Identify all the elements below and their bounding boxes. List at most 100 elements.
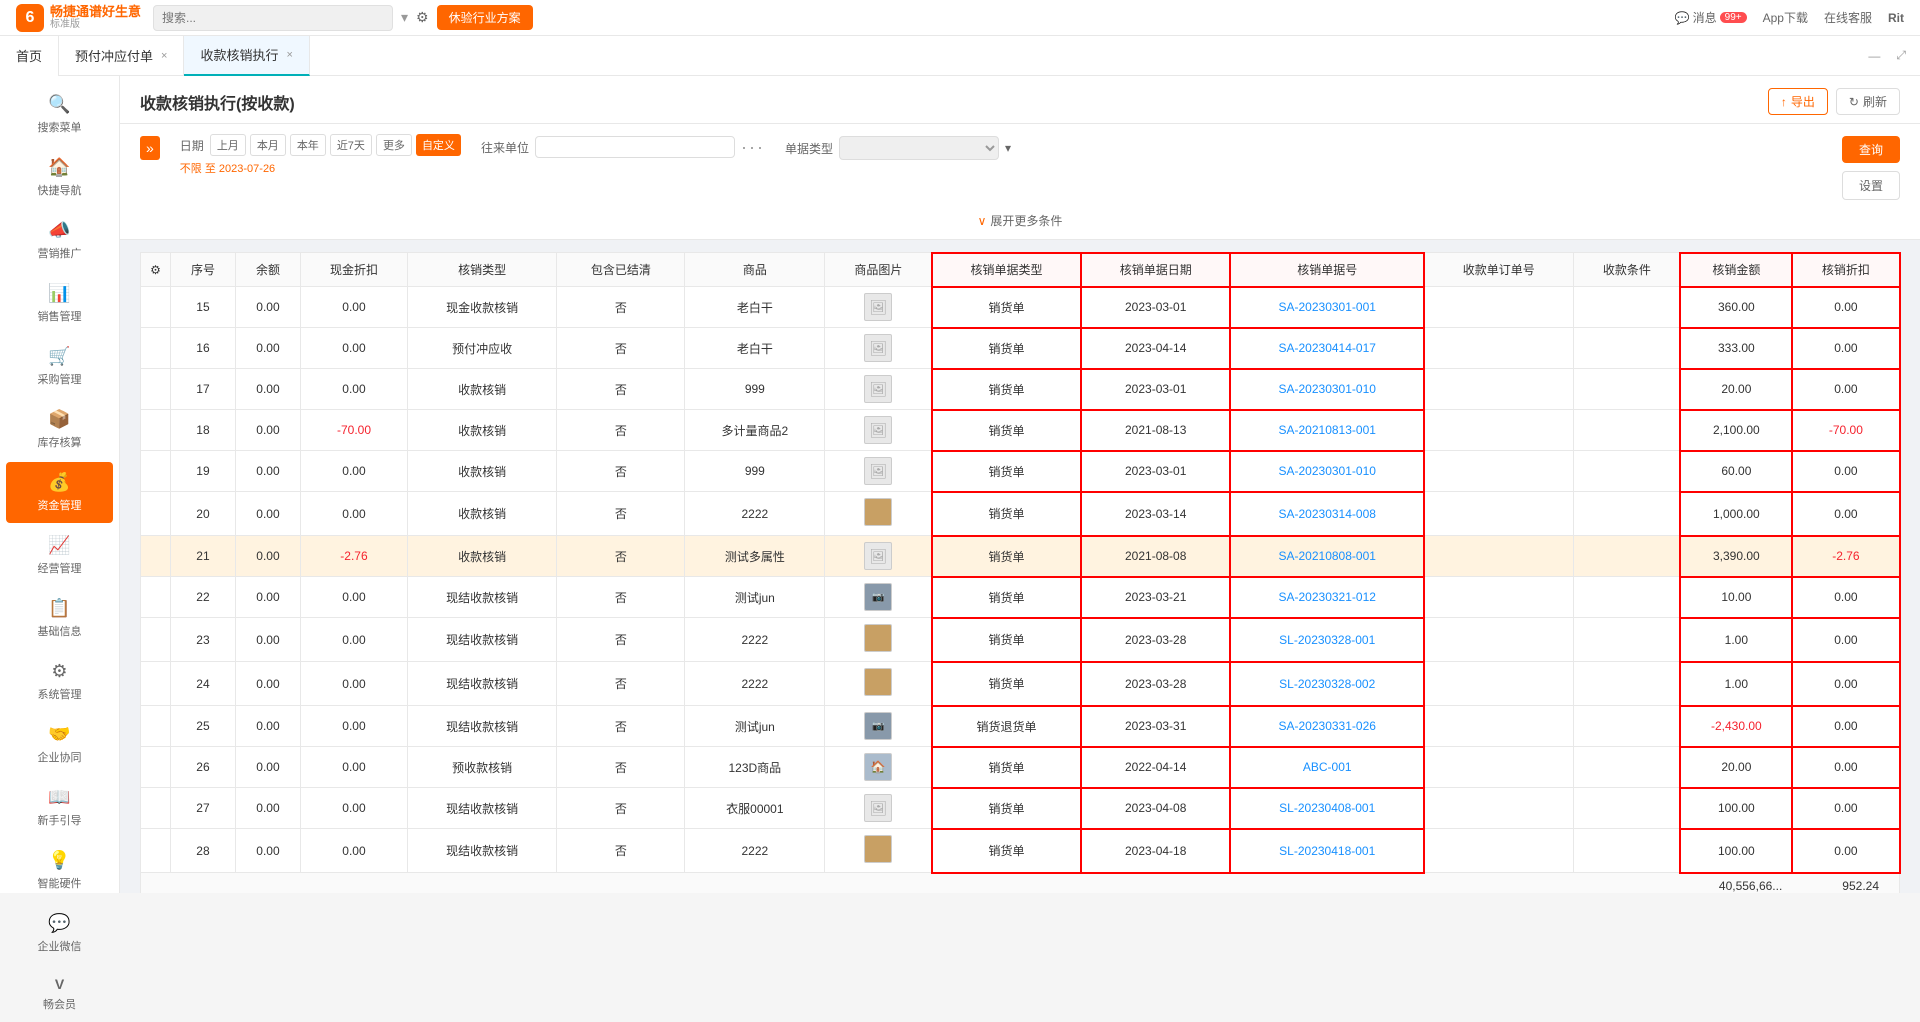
sidebar-item-inventory[interactable]: 📦 库存核算 (6, 399, 113, 460)
cell-receipt-order-no (1424, 536, 1573, 577)
cell-cancel-type: 现结收款核销 (408, 662, 557, 706)
doc-no-link[interactable]: SA-20230414-017 (1279, 341, 1376, 355)
cell-cancel-doc-no: SA-20230301-010 (1230, 451, 1424, 492)
sidebar-item-purchase[interactable]: 🛒 采购管理 (6, 336, 113, 397)
export-button[interactable]: ↑ 导出 (1768, 88, 1828, 115)
cell-cash-discount: 0.00 (300, 618, 407, 662)
doc-no-link[interactable]: SA-20230301-001 (1279, 300, 1376, 314)
column-settings-icon[interactable]: ⚙ (150, 263, 161, 277)
sidebar-item-wechat[interactable]: 💬 企业微信 (6, 903, 113, 964)
doc-no-link[interactable]: SA-20210813-001 (1279, 423, 1376, 437)
cell-cancel-doc-date: 2022-04-14 (1081, 747, 1230, 788)
sidebar-item-shortcut[interactable]: 🏠 快捷导航 (6, 147, 113, 208)
settings-icon[interactable]: ⚙ (416, 9, 429, 26)
sidebar-item-finance[interactable]: 💰 资金管理 (6, 462, 113, 523)
doc-no-link[interactable]: SL-20230328-001 (1279, 633, 1375, 647)
doc-no-link[interactable]: SA-20230331-026 (1279, 719, 1376, 733)
cell-cancel-doc-date: 2023-03-01 (1081, 287, 1230, 328)
cell-seq: 23 (171, 618, 236, 662)
cell-cancel-doc-type: 销货单 (932, 662, 1081, 706)
expand-more-btn[interactable]: ∨ 展开更多条件 (978, 212, 1063, 229)
sidebar-item-enterprise[interactable]: 🤝 企业协同 (6, 714, 113, 775)
window-minimize-icon[interactable]: — (1862, 47, 1886, 65)
cell-include-settled: 否 (557, 618, 685, 662)
cell-seq: 22 (171, 577, 236, 618)
cell-cash-discount: -70.00 (300, 410, 407, 451)
date-btn-this-year[interactable]: 本年 (290, 134, 326, 156)
date-btn-more[interactable]: 更多 (376, 134, 412, 156)
cell-include-settled: 否 (557, 706, 685, 747)
app-download-link[interactable]: App下载 (1763, 9, 1808, 26)
message-area[interactable]: 💬 消息 99+ (1675, 9, 1747, 26)
col-header-product-img: 商品图片 (825, 253, 932, 287)
cell-product-img (825, 618, 932, 662)
tab-prepay[interactable]: 预付冲应付单 × (59, 36, 184, 76)
doc-no-link[interactable]: SL-20230418-001 (1279, 844, 1375, 858)
cell-cancel-amount: 1,000.00 (1680, 492, 1792, 536)
sidebar-item-basic-info[interactable]: 📋 基础信息 (6, 588, 113, 649)
cell-cancel-doc-type: 销货单 (932, 369, 1081, 410)
sidebar-item-guide[interactable]: 📖 新手引导 (6, 777, 113, 838)
doc-no-link[interactable]: SA-20230321-012 (1279, 590, 1376, 604)
doc-no-link[interactable]: SA-20230301-010 (1279, 464, 1376, 478)
tab-prepay-label: 预付冲应付单 (75, 46, 153, 65)
sidebar-item-system[interactable]: ⚙ 系统管理 (6, 651, 113, 712)
dropdown-arrow-icon[interactable]: ▾ (401, 9, 408, 26)
cell-cancel-discount: 0.00 (1792, 662, 1899, 706)
doc-no-link[interactable]: SA-20230314-008 (1279, 507, 1376, 521)
cell-product: 多计量商品2 (685, 410, 825, 451)
cell-cash-discount: 0.00 (300, 788, 407, 829)
doc-no-link[interactable]: SA-20230301-010 (1279, 382, 1376, 396)
cell-balance: 0.00 (235, 747, 300, 788)
cell-receipt-terms (1573, 536, 1680, 577)
cell-product: 老白干 (685, 328, 825, 369)
sidebar-item-marketing[interactable]: 📣 营销推广 (6, 210, 113, 271)
partner-input[interactable] (535, 136, 735, 158)
cell-product-img: 🖼 (825, 410, 932, 451)
sidebar-item-operations[interactable]: 📈 经营管理 (6, 525, 113, 586)
sidebar-item-hardware[interactable]: 💡 智能硬件 (6, 840, 113, 901)
cell-cancel-doc-date: 2023-03-28 (1081, 618, 1230, 662)
search-input[interactable] (153, 5, 393, 31)
cell-seq: 26 (171, 747, 236, 788)
doc-no-link[interactable]: SA-20210808-001 (1279, 549, 1376, 563)
filter-settings-button[interactable]: 设置 (1842, 171, 1900, 200)
cell-cancel-doc-type: 销货单 (932, 577, 1081, 618)
cell-cancel-type: 现结收款核销 (408, 577, 557, 618)
col-header-settings[interactable]: ⚙ (141, 253, 171, 287)
table-row: 28 0.00 0.00 现结收款核销 否 2222 销货单 2023-04-1… (141, 829, 1900, 873)
date-btn-this-month[interactable]: 本月 (250, 134, 286, 156)
doc-type-select[interactable] (839, 136, 999, 160)
date-btn-last-month[interactable]: 上月 (210, 134, 246, 156)
tab-home[interactable]: 首页 (0, 36, 59, 76)
doc-no-link[interactable]: SL-20230328-002 (1279, 677, 1375, 691)
industry-solution-button[interactable]: 休验行业方案 (437, 5, 533, 30)
date-btn-7days[interactable]: 近7天 (330, 134, 372, 156)
tab-receipt-cancel[interactable]: 收款核销执行 × (184, 36, 309, 76)
cell-include-settled: 否 (557, 492, 685, 536)
date-label: 日期 (180, 137, 204, 154)
home-icon: 🏠 (48, 157, 70, 178)
cell-include-settled: 否 (557, 788, 685, 829)
filter-collapse-btn[interactable]: » (140, 136, 160, 160)
date-btn-custom[interactable]: 自定义 (416, 134, 461, 156)
refresh-button[interactable]: ↻ 刷新 (1836, 88, 1900, 115)
col-header-receipt-terms: 收款条件 (1573, 253, 1680, 287)
sidebar-item-sales[interactable]: 📊 销售管理 (6, 273, 113, 334)
tab-prepay-close-icon[interactable]: × (161, 50, 167, 62)
cell-balance: 0.00 (235, 788, 300, 829)
doc-no-link[interactable]: SL-20230408-001 (1279, 801, 1375, 815)
query-button[interactable]: 查询 (1842, 136, 1900, 163)
cell-product-img: 📷 (825, 706, 932, 747)
doc-no-link[interactable]: ABC-001 (1303, 760, 1352, 774)
online-service-link[interactable]: 在线客服 (1824, 9, 1872, 26)
cell-cancel-doc-no: SA-20210808-001 (1230, 536, 1424, 577)
date-filter: 日期 上月 本月 本年 近7天 更多 自定义 不限 至 2023-07-26 (180, 134, 461, 176)
cell-settings (141, 618, 171, 662)
tab-receipt-cancel-close-icon[interactable]: × (286, 49, 292, 61)
window-maximize-icon[interactable]: ⤢ (1890, 46, 1912, 65)
sidebar-item-search[interactable]: 🔍 搜索菜单 (6, 84, 113, 145)
sidebar-item-member[interactable]: V 畅会员 (6, 966, 113, 1022)
cell-cancel-type: 现结收款核销 (408, 788, 557, 829)
user-name[interactable]: Rit (1888, 11, 1904, 25)
